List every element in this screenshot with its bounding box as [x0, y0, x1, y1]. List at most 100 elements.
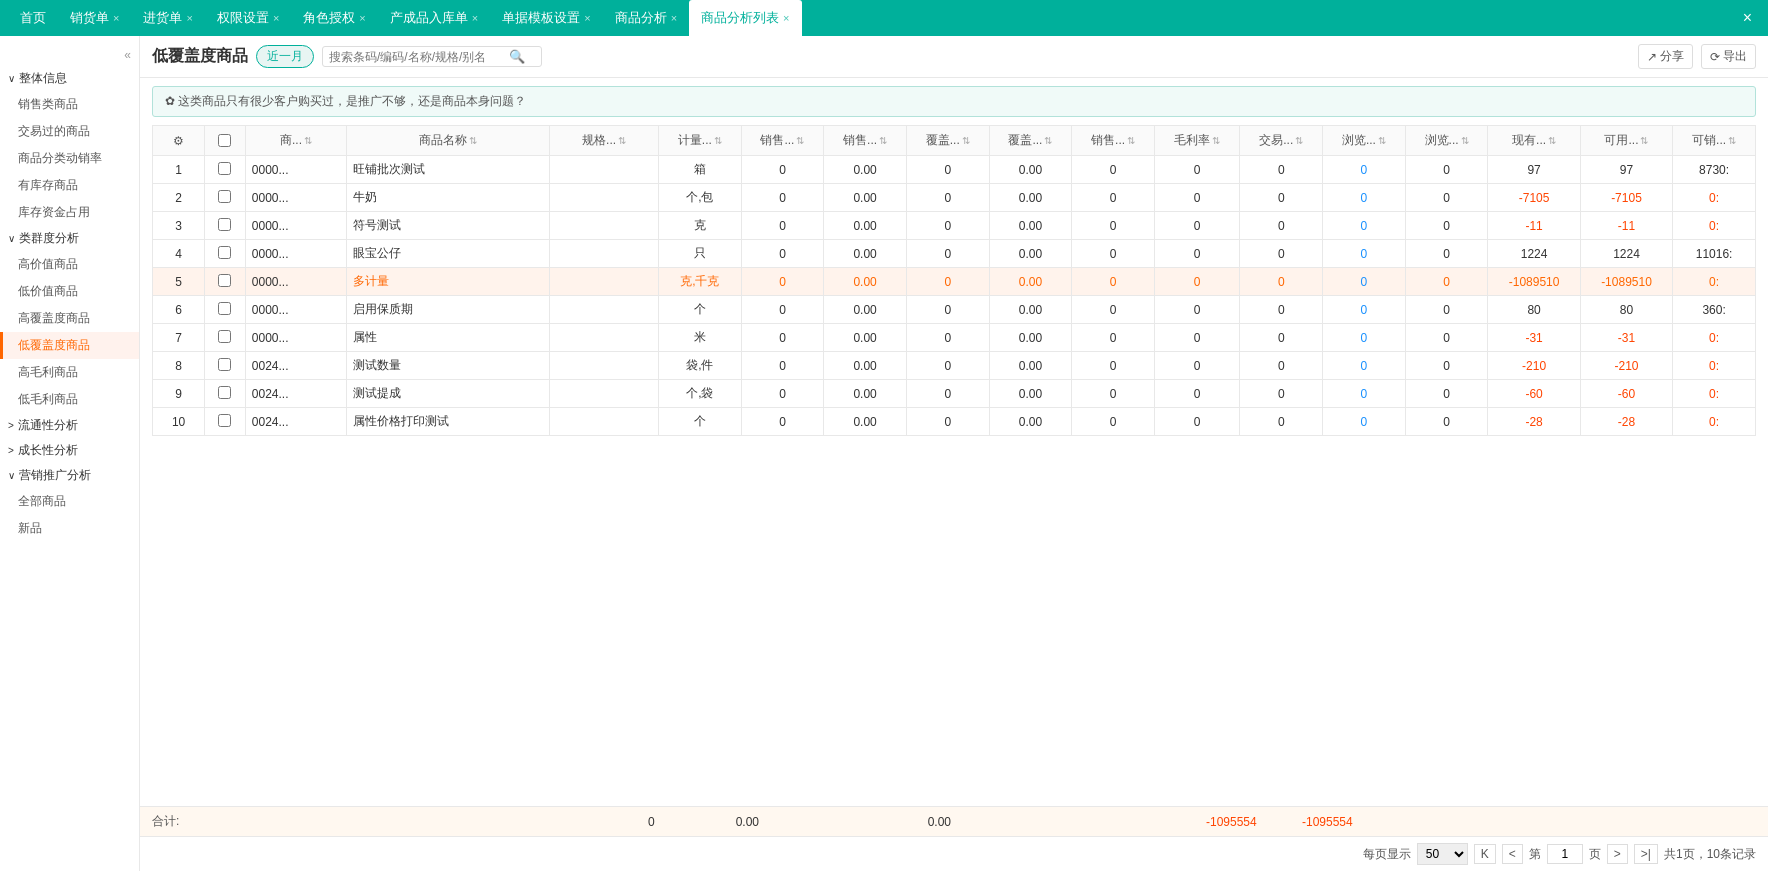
cell-check[interactable] [205, 268, 246, 296]
browse1-link[interactable]: 0 [1361, 359, 1368, 373]
sidebar-item-all-goods[interactable]: 全部商品 [0, 488, 139, 515]
row-checkbox[interactable] [218, 274, 231, 287]
sidebar-section-group[interactable]: ∨ 类群度分析 [0, 226, 139, 251]
sidebar-item-traded-goods[interactable]: 交易过的商品 [0, 118, 139, 145]
cell-check[interactable] [205, 240, 246, 268]
cell-check[interactable] [205, 184, 246, 212]
sidebar-item-high-value[interactable]: 高价值商品 [0, 251, 139, 278]
th-sales3[interactable]: 销售...⇅ [1072, 126, 1155, 156]
th-sales-qty[interactable]: 销售...⇅ [741, 126, 824, 156]
sidebar-item-high-margin[interactable]: 高毛利商品 [0, 359, 139, 386]
browse1-link[interactable]: 0 [1361, 163, 1368, 177]
nav-analysis-close[interactable]: × [671, 12, 677, 24]
nav-roles-close[interactable]: × [359, 12, 365, 24]
last-page-button[interactable]: >| [1634, 844, 1658, 864]
prev-page-button[interactable]: < [1502, 844, 1523, 864]
browse1-link[interactable]: 0 [1361, 303, 1368, 317]
cell-browse1[interactable]: 0 [1323, 408, 1406, 436]
cell-browse1[interactable]: 0 [1323, 240, 1406, 268]
th-saleable[interactable]: 可销...⇅ [1673, 126, 1756, 156]
sidebar-item-in-stock[interactable]: 有库存商品 [0, 172, 139, 199]
th-cov1[interactable]: 覆盖...⇅ [906, 126, 989, 156]
nav-sales-close[interactable]: × [113, 12, 119, 24]
sidebar-item-low-value[interactable]: 低价值商品 [0, 278, 139, 305]
nav-roles[interactable]: 角色授权 × [291, 0, 377, 36]
sidebar-item-capital[interactable]: 库存资金占用 [0, 199, 139, 226]
th-check[interactable] [205, 126, 246, 156]
nav-purchase-close[interactable]: × [186, 12, 192, 24]
row-checkbox[interactable] [218, 414, 231, 427]
th-current-stock[interactable]: 现有...⇅ [1488, 126, 1580, 156]
nav-permissions-close[interactable]: × [273, 12, 279, 24]
cell-browse1[interactable]: 0 [1323, 352, 1406, 380]
browse1-link[interactable]: 0 [1361, 219, 1368, 233]
search-icon[interactable]: 🔍 [509, 49, 525, 64]
sidebar-item-category-rate[interactable]: 商品分类动销率 [0, 145, 139, 172]
nav-templates[interactable]: 单据模板设置 × [490, 0, 602, 36]
th-spec[interactable]: 规格...⇅ [550, 126, 659, 156]
page-number-input[interactable] [1547, 844, 1583, 864]
browse1-link[interactable]: 0 [1361, 387, 1368, 401]
sidebar-item-high-coverage[interactable]: 高覆盖度商品 [0, 305, 139, 332]
cell-browse1[interactable]: 0 [1323, 324, 1406, 352]
sidebar-section-growth[interactable]: > 成长性分析 [0, 438, 139, 463]
cell-browse1[interactable]: 0 [1323, 268, 1406, 296]
row-checkbox[interactable] [218, 162, 231, 175]
export-button[interactable]: ⟳ 导出 [1701, 44, 1756, 69]
th-available-stock[interactable]: 可用...⇅ [1580, 126, 1672, 156]
cell-browse1[interactable]: 0 [1323, 184, 1406, 212]
sidebar-item-low-margin[interactable]: 低毛利商品 [0, 386, 139, 413]
share-button[interactable]: ↗ 分享 [1638, 44, 1693, 69]
nav-products[interactable]: 产成品入库单 × [378, 0, 490, 36]
cell-browse1[interactable]: 0 [1323, 296, 1406, 324]
row-checkbox[interactable] [218, 386, 231, 399]
browse1-link[interactable]: 0 [1361, 415, 1368, 429]
cell-browse1[interactable]: 0 [1323, 156, 1406, 184]
sidebar-section-overview[interactable]: ∨ 整体信息 [0, 66, 139, 91]
nav-products-close[interactable]: × [472, 12, 478, 24]
nav-templates-close[interactable]: × [584, 12, 590, 24]
sidebar-collapse-button[interactable]: « [124, 48, 131, 62]
row-checkbox[interactable] [218, 218, 231, 231]
page-size-select[interactable]: 50 100 200 [1417, 843, 1468, 865]
nav-home[interactable]: 首页 [8, 0, 58, 36]
browse1-link[interactable]: 0 [1361, 331, 1368, 345]
cell-check[interactable] [205, 408, 246, 436]
browse1-link[interactable]: 0 [1361, 191, 1368, 205]
table-container[interactable]: ⚙ 商...⇅ 商品名称⇅ 规格...⇅ 计量...⇅ 销售...⇅ 销售...… [140, 125, 1768, 806]
nav-analysis-list[interactable]: 商品分析列表 × [689, 0, 801, 36]
sidebar-item-new-goods[interactable]: 新品 [0, 515, 139, 542]
row-checkbox[interactable] [218, 246, 231, 259]
select-all-checkbox[interactable] [218, 134, 231, 147]
filter-period-button[interactable]: 近一月 [256, 45, 314, 68]
row-checkbox[interactable] [218, 358, 231, 371]
cell-check[interactable] [205, 212, 246, 240]
close-all-button[interactable]: × [1735, 9, 1760, 27]
search-input[interactable] [329, 50, 509, 64]
th-browse2[interactable]: 浏览...⇅ [1405, 126, 1488, 156]
next-page-button[interactable]: > [1607, 844, 1628, 864]
sidebar-section-marketing[interactable]: ∨ 营销推广分析 [0, 463, 139, 488]
nav-sales[interactable]: 销货单 × [58, 0, 131, 36]
th-unit[interactable]: 计量...⇅ [658, 126, 741, 156]
cell-check[interactable] [205, 296, 246, 324]
th-cov2[interactable]: 覆盖...⇅ [989, 126, 1072, 156]
cell-check[interactable] [205, 156, 246, 184]
row-checkbox[interactable] [218, 330, 231, 343]
th-browse1[interactable]: 浏览...⇅ [1323, 126, 1406, 156]
cell-browse1[interactable]: 0 [1323, 380, 1406, 408]
nav-permissions[interactable]: 权限设置 × [205, 0, 291, 36]
nav-purchase[interactable]: 进货单 × [131, 0, 204, 36]
browse1-link[interactable]: 0 [1361, 247, 1368, 261]
sidebar-item-sales-goods[interactable]: 销售类商品 [0, 91, 139, 118]
th-code[interactable]: 商...⇅ [245, 126, 346, 156]
th-name[interactable]: 商品名称⇅ [347, 126, 550, 156]
row-checkbox[interactable] [218, 190, 231, 203]
th-settings[interactable]: ⚙ [153, 126, 205, 156]
sidebar-section-flow[interactable]: > 流通性分析 [0, 413, 139, 438]
nav-analysis[interactable]: 商品分析 × [603, 0, 689, 36]
first-page-button[interactable]: K [1474, 844, 1496, 864]
th-sales-amt[interactable]: 销售...⇅ [824, 126, 907, 156]
row-checkbox[interactable] [218, 302, 231, 315]
th-gross[interactable]: 毛利率⇅ [1154, 126, 1240, 156]
